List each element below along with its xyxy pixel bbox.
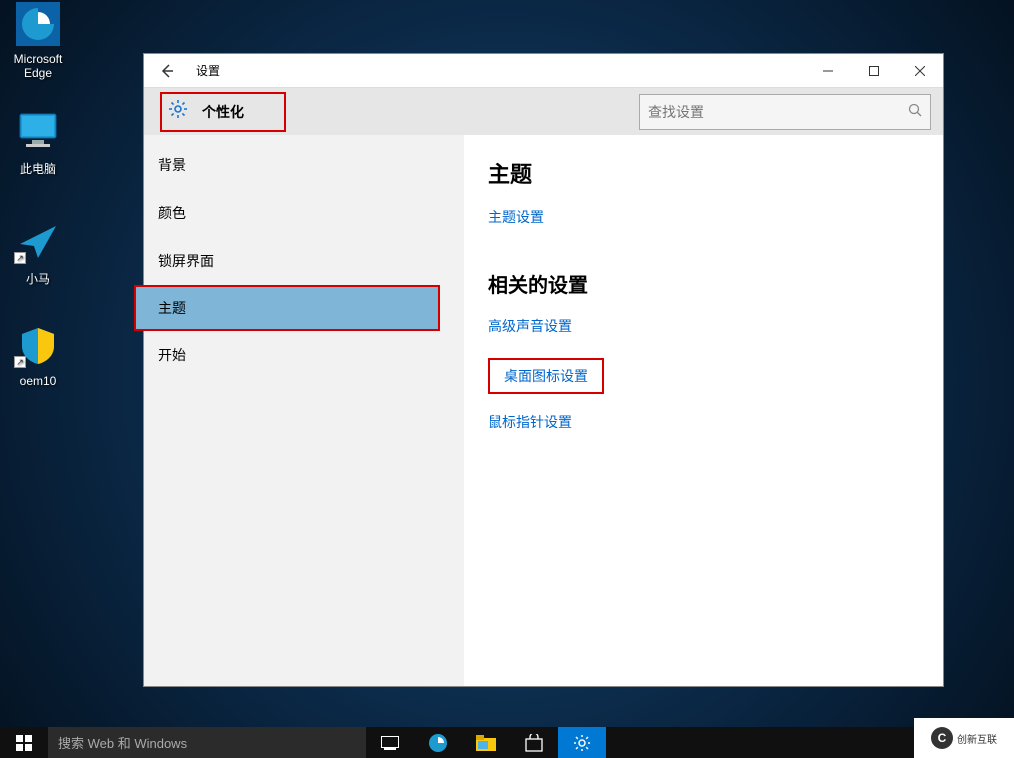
sidebar-item-background[interactable]: 背景 — [144, 141, 464, 189]
sidebar-item-start[interactable]: 开始 — [144, 331, 464, 379]
link-mouse-pointer[interactable]: 鼠标指针设置 — [488, 412, 572, 432]
taskbar: 搜索 Web 和 Windows — [0, 727, 1014, 758]
sidebar-item-label: 主题 — [158, 298, 186, 318]
gear-icon — [573, 734, 591, 752]
pc-icon — [14, 108, 62, 156]
minimize-icon — [823, 66, 833, 76]
close-icon — [915, 66, 925, 76]
desktop-icon-label: 小马 — [26, 270, 50, 287]
content-area: 背景 颜色 锁屏界面 主题 开始 主题 主题设置 相关的设置 高级声音设置 桌面… — [144, 135, 943, 686]
watermark-logo-icon: C — [931, 727, 953, 749]
desktop-icon-oem10[interactable]: ↗ oem10 — [0, 322, 76, 388]
section-heading-themes: 主题 — [488, 157, 919, 189]
desktop-icon-edge[interactable]: Microsoft Edge — [0, 0, 76, 80]
desktop-icon-label: oem10 — [20, 374, 57, 388]
desktop-icon-label2: Edge — [24, 66, 52, 80]
arrow-left-icon — [159, 63, 175, 79]
desktop-icon-this-pc[interactable]: 此电脑 — [0, 108, 76, 177]
minimize-button[interactable] — [805, 54, 851, 87]
shortcut-arrow-icon: ↗ — [14, 252, 26, 264]
category-badge: 个性化 — [160, 92, 286, 132]
taskbar-store[interactable] — [510, 727, 558, 758]
sidebar-item-colors[interactable]: 颜色 — [144, 189, 464, 237]
sidebar-item-lockscreen[interactable]: 锁屏界面 — [144, 237, 464, 285]
titlebar: 设置 — [144, 54, 943, 87]
maximize-button[interactable] — [851, 54, 897, 87]
folder-icon — [476, 735, 496, 751]
desktop-icon-label: 此电脑 — [20, 160, 56, 177]
sidebar-item-label: 开始 — [158, 345, 186, 365]
taskbar-search[interactable]: 搜索 Web 和 Windows — [48, 727, 366, 758]
search-icon — [908, 103, 922, 120]
taskbar-edge[interactable] — [414, 727, 462, 758]
desktop-icon-xiaoma[interactable]: ↗ 小马 — [0, 218, 76, 287]
taskbar-search-placeholder: 搜索 Web 和 Windows — [58, 733, 187, 752]
sidebar-item-label: 颜色 — [158, 203, 186, 223]
gear-icon — [168, 99, 188, 124]
close-button[interactable] — [897, 54, 943, 87]
watermark: C 创新互联 — [914, 718, 1014, 758]
main-content: 主题 主题设置 相关的设置 高级声音设置 桌面图标设置 鼠标指针设置 — [464, 135, 943, 686]
sidebar-item-label: 背景 — [158, 155, 186, 175]
category-label: 个性化 — [202, 102, 244, 122]
search-input[interactable] — [648, 104, 908, 120]
sidebar-item-label: 锁屏界面 — [158, 251, 214, 271]
task-view-button[interactable] — [366, 727, 414, 758]
settings-window: 设置 个性化 背景 颜色 锁屏界面 主题 开始 主题 — [143, 53, 944, 687]
link-advanced-sound[interactable]: 高级声音设置 — [488, 316, 572, 336]
link-desktop-icon-settings[interactable]: 桌面图标设置 — [488, 358, 604, 394]
store-icon — [525, 734, 543, 752]
link-theme-settings[interactable]: 主题设置 — [488, 207, 544, 227]
windows-icon — [16, 735, 32, 751]
edge-icon — [428, 733, 448, 753]
section-heading-related: 相关的设置 — [488, 269, 919, 298]
sidebar-item-themes[interactable]: 主题 — [134, 285, 440, 331]
sidebar: 背景 颜色 锁屏界面 主题 开始 — [144, 135, 464, 686]
taskbar-explorer[interactable] — [462, 727, 510, 758]
watermark-text: 创新互联 — [957, 731, 997, 746]
shortcut-arrow-icon: ↗ — [14, 356, 26, 368]
taskbar-settings[interactable] — [558, 727, 606, 758]
header-bar: 个性化 — [144, 87, 943, 135]
window-title: 设置 — [196, 62, 220, 79]
back-button[interactable] — [144, 54, 190, 87]
task-view-icon — [381, 736, 399, 750]
edge-icon — [14, 0, 62, 48]
maximize-icon — [869, 66, 879, 76]
search-box[interactable] — [639, 94, 931, 130]
desktop-icon-label: Microsoft — [14, 52, 63, 66]
start-button[interactable] — [0, 727, 48, 758]
